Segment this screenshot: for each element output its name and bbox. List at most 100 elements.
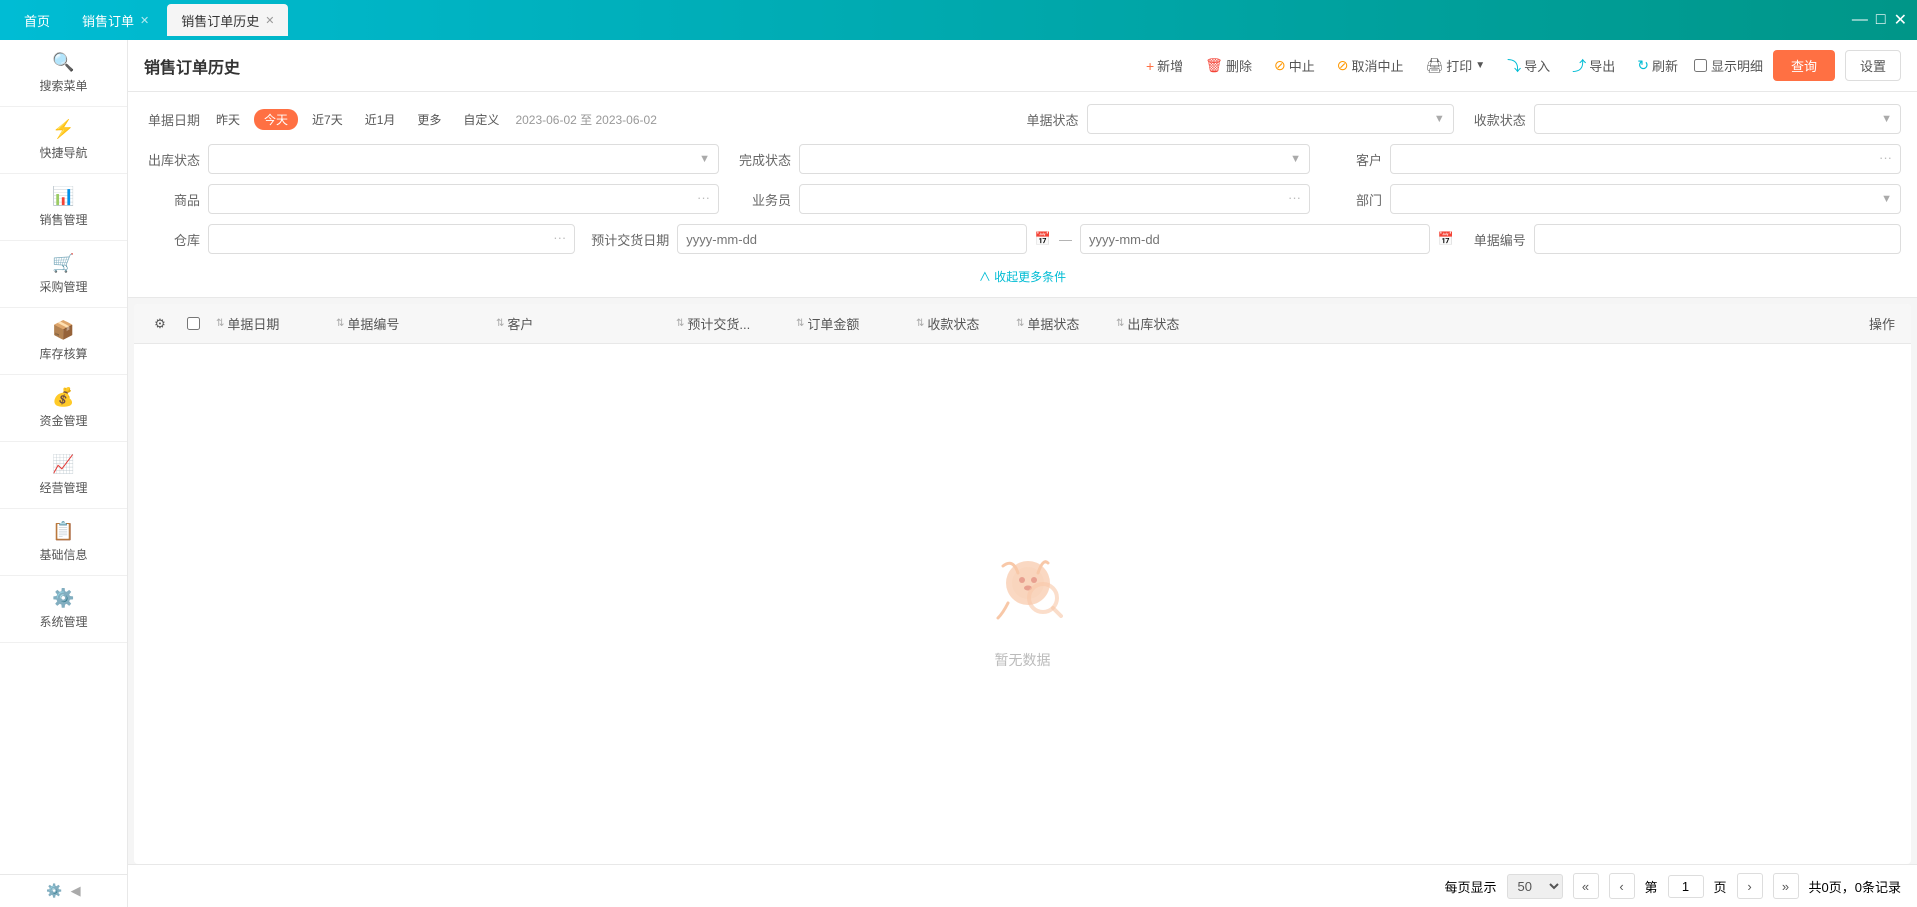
prev-page-button[interactable]: ‹: [1609, 873, 1635, 899]
th-delivery-sort-icon[interactable]: ⇅: [676, 318, 684, 329]
goods-input[interactable]: ···: [208, 184, 719, 214]
add-button[interactable]: + 新增: [1140, 52, 1189, 79]
delivery-start-input[interactable]: [677, 224, 1027, 254]
doc-status-select[interactable]: ▼: [1087, 104, 1454, 134]
th-delivery: ⇅ 预计交货...: [668, 314, 788, 333]
th-out-label: 出库状态: [1127, 314, 1179, 333]
page-number-input[interactable]: [1668, 875, 1704, 898]
window-controls: — □ ✕: [1852, 10, 1907, 30]
th-date-sort-icon[interactable]: ⇅: [216, 318, 224, 329]
filter-group-goods: 商品 ···: [144, 184, 719, 214]
date-7days[interactable]: 近7天: [304, 109, 351, 130]
minimize-button[interactable]: —: [1852, 11, 1868, 29]
th-num-sort-icon[interactable]: ⇅: [336, 318, 344, 329]
sidebar-item-purchase[interactable]: 🛒 采购管理: [0, 241, 127, 308]
sidebar-item-quicknav[interactable]: ⚡ 快捷导航: [0, 107, 127, 174]
refresh-button[interactable]: ↻ 刷新: [1631, 52, 1684, 79]
th-out-sort-icon[interactable]: ⇅: [1116, 318, 1124, 329]
th-customer-label: 客户: [507, 314, 533, 333]
date-custom[interactable]: 自定义: [455, 109, 507, 130]
goods-dots[interactable]: ···: [697, 190, 710, 208]
th-customer-sort-icon[interactable]: ⇅: [496, 318, 504, 329]
export-button[interactable]: ⤴ 导出: [1566, 52, 1621, 80]
delivery-end-input[interactable]: [1080, 224, 1430, 254]
th-status-sort-icon[interactable]: ⇅: [1016, 318, 1024, 329]
th-amount-sort-icon[interactable]: ⇅: [796, 318, 804, 329]
date-more[interactable]: 更多: [409, 109, 449, 130]
stop-button[interactable]: ⊘ 中止: [1268, 52, 1321, 79]
customer-dots[interactable]: ···: [1879, 150, 1892, 168]
filter-group-doc-num: 单据编号: [1470, 224, 1901, 254]
filter-group-receipt-status: 收款状态 ▼: [1470, 104, 1901, 134]
customer-input[interactable]: ···: [1390, 144, 1901, 174]
last-page-button[interactable]: »: [1773, 873, 1799, 899]
settings-button[interactable]: 设置: [1845, 50, 1901, 81]
refresh-icon: ↻: [1637, 57, 1649, 74]
content-area: 销售订单历史 + 新增 🗑 删除 ⊘ 中止 ⊘ 取消中止: [128, 40, 1917, 907]
sidebar-item-finance-label: 资金管理: [39, 412, 87, 429]
table-footer: 每页显示 50 10 20 100 « ‹ 第 页 › » 共0页，0条记录: [128, 864, 1917, 907]
sidebar-item-system[interactable]: ⚙️ 系统管理: [0, 576, 127, 643]
date-1month[interactable]: 近1月: [357, 109, 404, 130]
delivery-start-calendar-icon[interactable]: 📅: [1035, 231, 1051, 247]
sidebar-item-finance[interactable]: 💰 资金管理: [0, 375, 127, 442]
select-all-checkbox[interactable]: [187, 317, 200, 330]
warehouse-dots[interactable]: ···: [553, 230, 566, 248]
settings-gear-icon: ⚙: [154, 316, 166, 332]
out-status-select[interactable]: ▼: [208, 144, 719, 174]
doc-num-label: 单据编号: [1470, 230, 1526, 249]
dept-chevron: ▼: [1881, 193, 1892, 205]
sidebar-item-search[interactable]: 🔍 搜索菜单: [0, 40, 127, 107]
receipt-status-chevron: ▼: [1881, 113, 1892, 125]
th-amount-label: 订单金额: [807, 314, 859, 333]
sidebar-item-inventory[interactable]: 📦 库存核算: [0, 308, 127, 375]
display-detail-checkbox[interactable]: [1694, 59, 1707, 72]
sidebar-settings-icon[interactable]: ⚙️: [46, 883, 62, 899]
sidebar-item-basic-info[interactable]: 📋 基础信息: [0, 509, 127, 576]
close-button[interactable]: ✕: [1894, 10, 1907, 30]
sidebar-item-sales[interactable]: 📊 销售管理: [0, 174, 127, 241]
th-amount: ⇅ 订单金额: [788, 314, 908, 333]
receipt-status-select[interactable]: ▼: [1534, 104, 1901, 134]
print-button[interactable]: 🖨 打印 ▼: [1419, 52, 1491, 79]
sidebar-item-operations-label: 经营管理: [39, 479, 87, 496]
th-num-label: 单据编号: [347, 314, 399, 333]
tab-sales-history[interactable]: 销售订单历史 ✕: [167, 4, 288, 36]
toolbar: + 新增 🗑 删除 ⊘ 中止 ⊘ 取消中止 🖨 打印: [1140, 50, 1901, 81]
import-button[interactable]: ⤵ 导入: [1501, 52, 1556, 80]
goods-label: 商品: [144, 190, 200, 209]
system-icon: ⚙️: [52, 588, 74, 609]
sidebar-item-operations[interactable]: 📈 经营管理: [0, 442, 127, 509]
out-status-label: 出库状态: [144, 150, 200, 169]
delivery-end-calendar-icon[interactable]: 📅: [1438, 231, 1454, 247]
per-page-select[interactable]: 50 10 20 100: [1507, 874, 1563, 899]
tab-sales-order-close[interactable]: ✕: [140, 14, 149, 27]
display-detail-toggle[interactable]: 显示明细: [1694, 56, 1763, 75]
salesperson-input[interactable]: ···: [799, 184, 1310, 214]
date-today[interactable]: 今天: [254, 109, 298, 130]
print-chevron: ▼: [1475, 60, 1485, 71]
th-checkbox[interactable]: [178, 317, 208, 330]
date-yesterday[interactable]: 昨天: [208, 109, 248, 130]
tab-sales-order[interactable]: 销售订单 ✕: [68, 4, 163, 36]
cancel-stop-button[interactable]: ⊘ 取消中止: [1331, 52, 1410, 79]
next-page-button[interactable]: ›: [1737, 873, 1763, 899]
display-detail-label: 显示明细: [1711, 56, 1763, 75]
salesperson-dots[interactable]: ···: [1288, 190, 1301, 208]
dept-select[interactable]: ▼: [1390, 184, 1901, 214]
collapse-filter-link[interactable]: ∧ 收起更多条件: [144, 264, 1901, 285]
th-receipt-sort-icon[interactable]: ⇅: [916, 318, 924, 329]
query-button[interactable]: 查询: [1773, 50, 1835, 81]
tab-sales-history-close[interactable]: ✕: [265, 14, 274, 27]
first-page-button[interactable]: «: [1573, 873, 1599, 899]
tab-home[interactable]: 首页: [10, 4, 64, 36]
sidebar-collapse-icon[interactable]: ◀: [71, 883, 81, 899]
warehouse-input[interactable]: ···: [208, 224, 575, 254]
complete-status-select[interactable]: ▼: [799, 144, 1310, 174]
th-settings[interactable]: ⚙: [142, 316, 178, 332]
import-icon: ⤵: [1507, 56, 1521, 76]
doc-num-input[interactable]: [1534, 224, 1901, 254]
doc-status-chevron: ▼: [1434, 113, 1445, 125]
delete-button[interactable]: 🗑 删除: [1199, 52, 1258, 79]
maximize-button[interactable]: □: [1876, 11, 1886, 29]
